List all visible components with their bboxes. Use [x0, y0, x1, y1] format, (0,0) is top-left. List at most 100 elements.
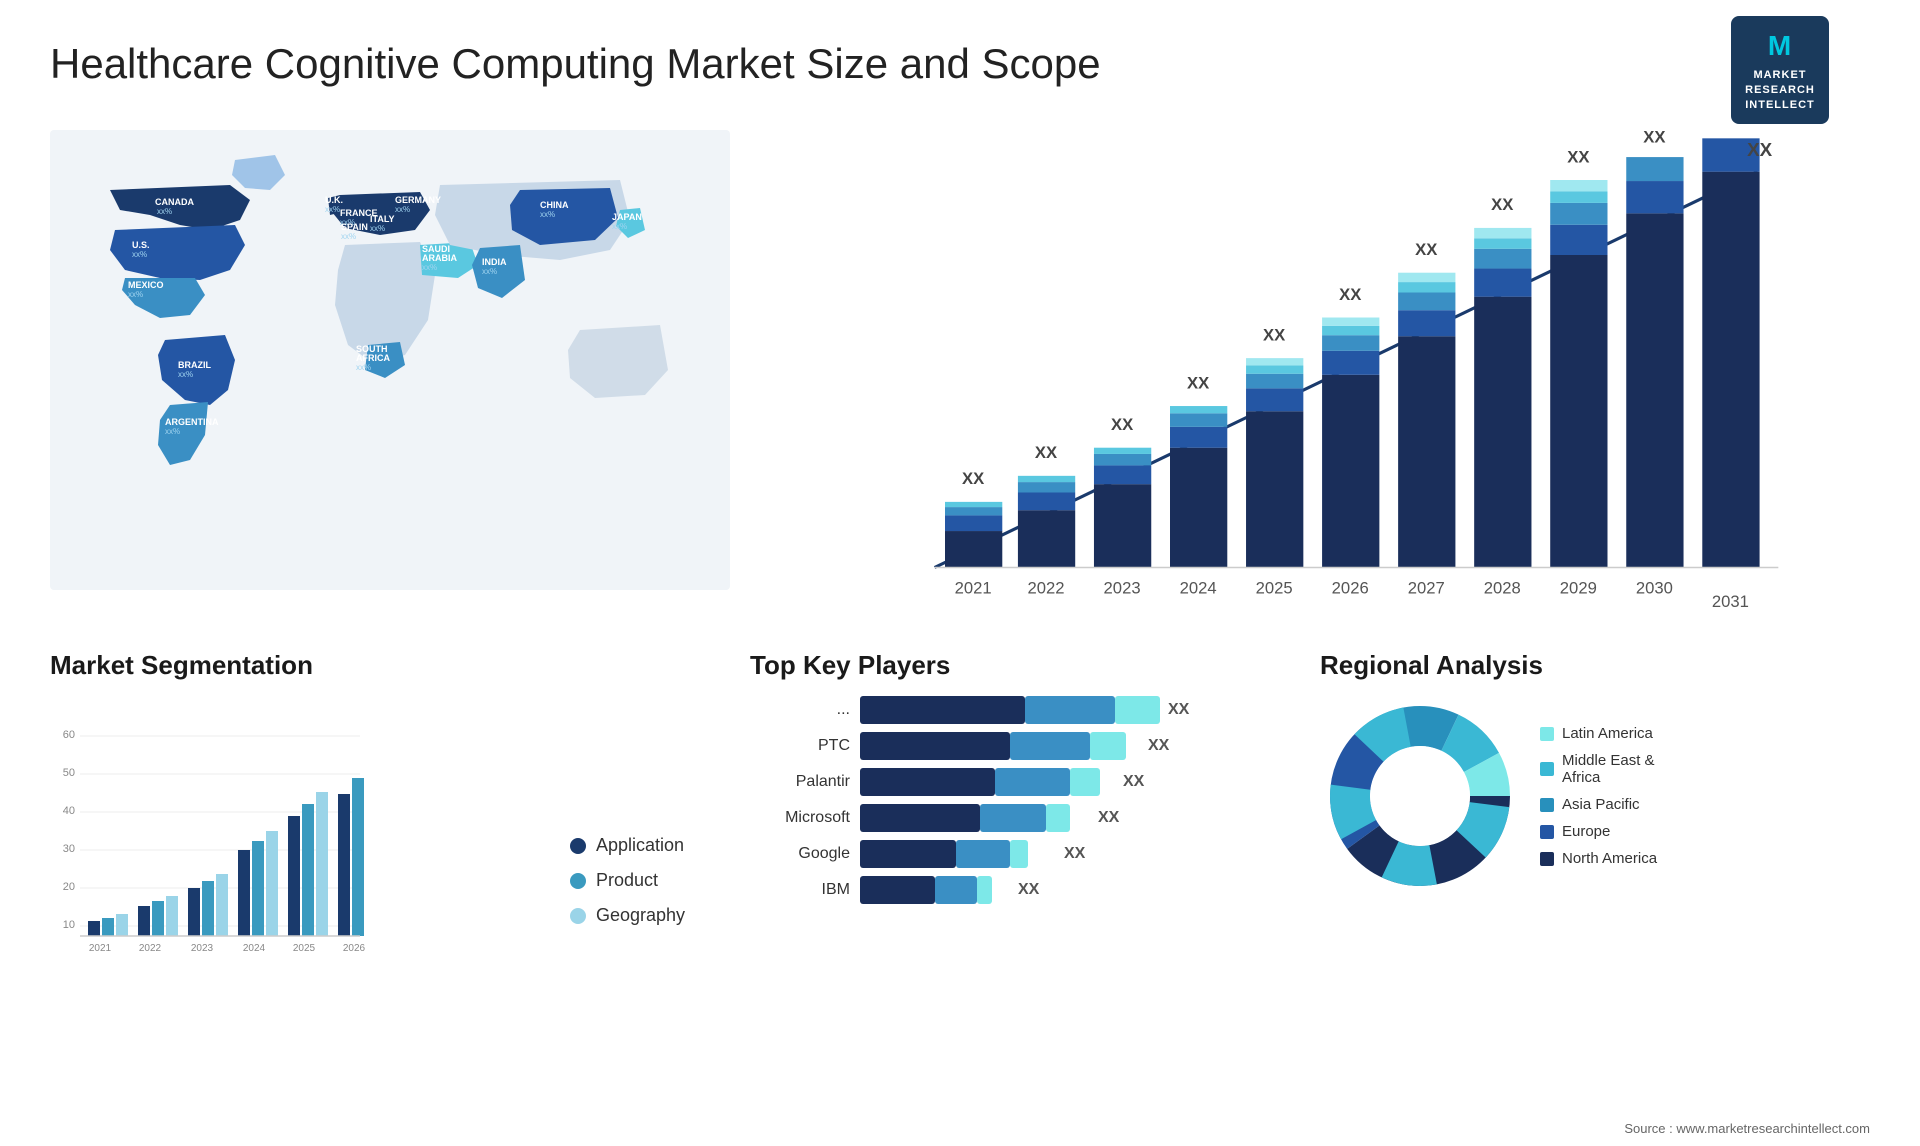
bar-2021-c3	[945, 507, 1002, 515]
regional-legend: Latin America Middle East &Africa Asia P…	[1540, 725, 1657, 867]
player-bar-4-light	[1046, 804, 1070, 832]
reg-label-mea: Middle East &Africa	[1562, 752, 1655, 786]
player-name-5: Google	[750, 845, 850, 863]
player-bar-5-dark	[860, 840, 956, 868]
legend-geography: Geography	[570, 905, 730, 926]
reg-legend-latin-america: Latin America	[1540, 725, 1657, 742]
key-players: Top Key Players ... XX	[750, 650, 1300, 1096]
bar-2028-c3	[1474, 249, 1531, 269]
player-bar-group-4	[860, 804, 1090, 832]
argentina-value: xx%	[165, 427, 180, 436]
bar-2030-c3	[1626, 157, 1683, 181]
bar-2023-c4	[1094, 448, 1151, 454]
bar-2024-c3	[1170, 413, 1227, 427]
player-row-5: Google XX	[750, 840, 1300, 868]
player-bar-3-mid	[995, 768, 1070, 796]
legend-label-application: Application	[596, 835, 684, 856]
reg-legend-asia: Asia Pacific	[1540, 796, 1657, 813]
germany-label: GERMANY	[395, 195, 441, 205]
player-name-2: PTC	[750, 737, 850, 755]
bar-2026-c4	[1322, 326, 1379, 335]
bar-2025-year: 2025	[1256, 579, 1293, 598]
player-bar-5: XX	[860, 840, 1300, 868]
donut-center	[1370, 746, 1470, 846]
bar-2024-year: 2024	[1180, 579, 1217, 598]
bar-2026-c2	[1322, 351, 1379, 375]
brazil-value: xx%	[178, 370, 193, 379]
player-bar-2-light	[1090, 732, 1126, 760]
player-row-1: ... XX	[750, 696, 1300, 724]
player-bar-group-5	[860, 840, 1056, 868]
player-bar-group-6	[860, 876, 1010, 904]
us-label: U.S.	[132, 240, 150, 250]
reg-dot-north-america	[1540, 852, 1554, 866]
reg-dot-latin-america	[1540, 727, 1554, 741]
bar-2026-c1	[1322, 375, 1379, 568]
legend-label-product: Product	[596, 870, 658, 891]
bar-2029-c2	[1550, 225, 1607, 255]
seg-chart-svg: 60 50 40 30 20 10	[50, 726, 370, 956]
map-container: CANADA xx% U.S. xx% MEXICO xx% BRAZIL xx…	[50, 130, 730, 590]
japan-label: JAPAN	[612, 212, 642, 222]
bar-2022-c4	[1018, 476, 1075, 482]
bar-2030-c1	[1626, 213, 1683, 567]
south-africa-label2: AFRICA	[356, 353, 390, 363]
bar-2023-c3	[1094, 454, 1151, 465]
source-text: Source : www.marketresearchintellect.com	[1624, 1121, 1870, 1136]
bar-2029-c5	[1550, 180, 1607, 191]
player-name-1: ...	[750, 701, 850, 719]
uk-label: U.K.	[325, 195, 343, 205]
bar-2022-c2	[1018, 493, 1075, 511]
bar-chart-svg: XX 2021 XX 2022 XX 2023	[770, 130, 1870, 630]
player-bar-5-light	[1010, 840, 1028, 868]
canada-value: xx%	[157, 207, 172, 216]
india-label: INDIA	[482, 257, 507, 267]
bar-2027-c5	[1398, 273, 1455, 282]
china-label: CHINA	[540, 200, 569, 210]
legend-label-geography: Geography	[596, 905, 685, 926]
canada-label: CANADA	[155, 197, 194, 207]
player-row-3: Palantir XX	[750, 768, 1300, 796]
reg-label-asia: Asia Pacific	[1562, 796, 1640, 813]
player-bar-4-mid	[980, 804, 1046, 832]
bottom-right: Top Key Players ... XX	[750, 650, 1870, 1096]
bar-2027-c2	[1398, 310, 1455, 336]
bar-2023-c1	[1094, 484, 1151, 567]
player-bar-1-light	[1115, 696, 1160, 724]
bar-2023-year: 2023	[1104, 579, 1141, 598]
player-bar-3-light	[1070, 768, 1100, 796]
reg-legend-north-america: North America	[1540, 850, 1657, 867]
y-20: 20	[63, 881, 75, 893]
bar-2025-c5	[1246, 358, 1303, 365]
reg-label-north-america: North America	[1562, 850, 1657, 867]
saudi-label2: ARABIA	[422, 253, 457, 263]
bar-2030-c2	[1626, 181, 1683, 213]
svg-text:2025: 2025	[293, 943, 316, 954]
player-bar-1-mid	[1025, 696, 1115, 724]
bar-2030-year: 2030	[1636, 579, 1673, 598]
mexico-value: xx%	[128, 290, 143, 299]
bar-2029-c1	[1550, 255, 1607, 568]
argentina-label: ARGENTINA	[165, 417, 219, 427]
bar-2024-c1	[1170, 448, 1227, 568]
bar-2022-year: 2022	[1028, 579, 1065, 598]
bar-2028-c1	[1474, 297, 1531, 568]
bar-2028-label: XX	[1491, 195, 1513, 214]
bar-2025-c2	[1246, 388, 1303, 411]
reg-legend-mea: Middle East &Africa	[1540, 752, 1657, 786]
player-label-1: XX	[1168, 701, 1189, 719]
regional-title: Regional Analysis	[1320, 650, 1870, 681]
regional-analysis: Regional Analysis	[1320, 650, 1870, 1096]
reg-dot-mea	[1540, 762, 1554, 776]
player-bar-6-light	[977, 876, 992, 904]
bar-2022-c1	[1018, 510, 1075, 567]
chart-section: XX 2021 XX 2022 XX 2023	[750, 130, 1870, 630]
regional-container: Latin America Middle East &Africa Asia P…	[1320, 696, 1870, 896]
market-seg-title: Market Segmentation	[50, 650, 730, 681]
reg-legend-europe: Europe	[1540, 823, 1657, 840]
china-value: xx%	[540, 210, 555, 219]
reg-dot-europe	[1540, 825, 1554, 839]
brazil-label: BRAZIL	[178, 360, 211, 370]
svg-text:2022: 2022	[139, 943, 162, 954]
bar-2029-c4	[1550, 191, 1607, 202]
